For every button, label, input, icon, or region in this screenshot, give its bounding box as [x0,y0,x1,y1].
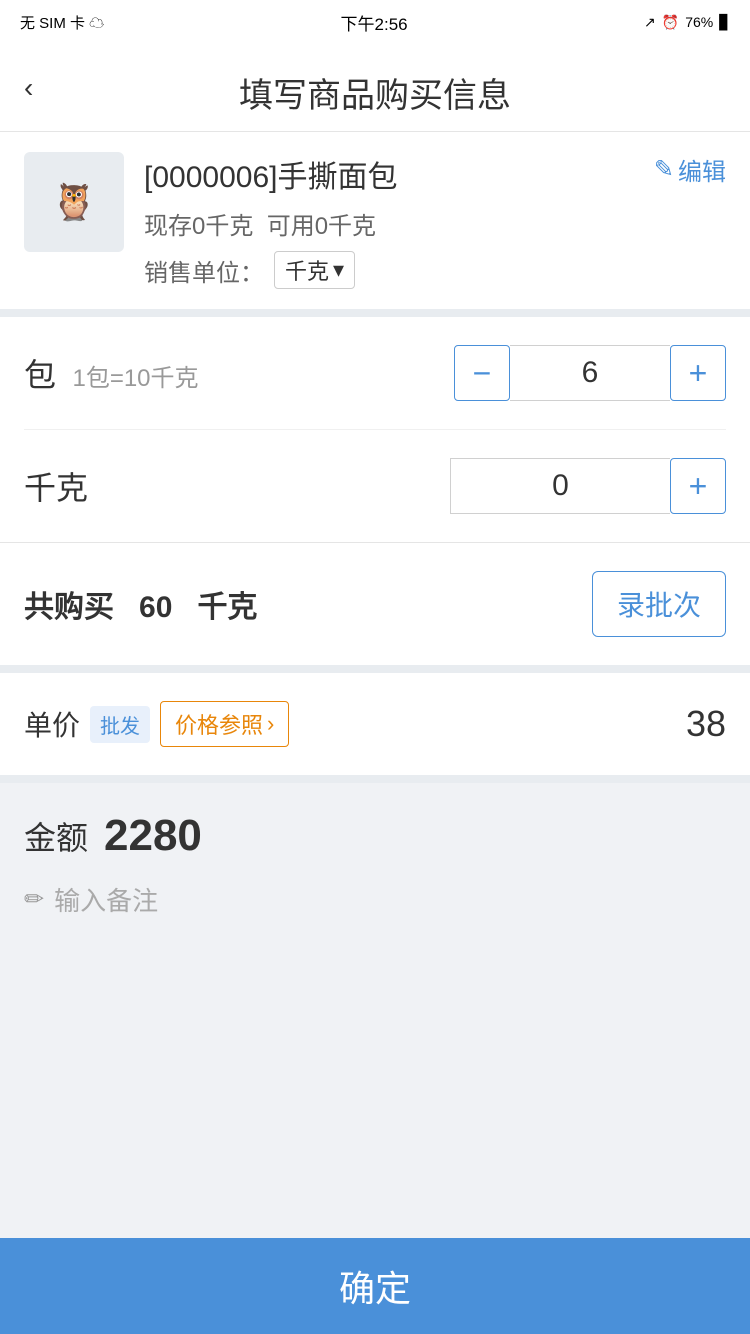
total-text: 共购买 60 千克 [24,582,257,626]
amount-section: 金额 2280 ✏ 输入备注 [0,783,750,946]
kilo-increment-button[interactable]: + [670,458,726,514]
page-title: 填写商品购买信息 [239,68,511,117]
kilo-controls: + [450,458,726,514]
package-row: 包 1包=10千克 − + [24,317,726,430]
kilo-input[interactable] [450,458,670,514]
back-button[interactable]: ‹ [24,72,33,104]
battery-icon: ▊ [719,14,730,31]
battery-text: 76% [685,14,713,30]
package-label-group: 包 1包=10千克 [24,350,199,396]
package-increment-button[interactable]: + [670,345,726,401]
status-bar: 无 SIM 卡 ☁ 下午2:56 ↗ ⏰ 76% ▊ [0,0,750,44]
amount-row: 金额 2280 [24,811,726,861]
product-unit-row: 销售单位： 千克 ▾ [144,251,726,289]
product-logo-icon: 🦉 [52,181,97,223]
package-input[interactable] [510,345,670,401]
location-icon: ↗ [644,14,656,31]
price-badge: 批发 [90,706,150,743]
kilo-label: 千克 [24,463,88,509]
package-decrement-button[interactable]: − [454,345,510,401]
price-value: 38 [686,703,726,745]
alarm-icon: ⏰ [662,14,679,31]
product-info: [0000006]手撕面包 现存0千克 可用0千克 销售单位： 千克 ▾ [144,152,726,289]
price-label-group: 单价 批发 价格参照 › [24,701,289,747]
status-right: ↗ ⏰ 76% ▊ [644,14,730,31]
price-label: 单价 [24,704,80,744]
spacer [0,946,750,1246]
record-batch-button[interactable]: 录批次 [592,571,726,637]
product-card: 🦉 [0000006]手撕面包 现存0千克 可用0千克 销售单位： 千克 ▾ ✎… [0,132,750,317]
price-row: 单价 批发 价格参照 › 38 [24,701,726,775]
pencil-icon: ✏ [24,885,44,914]
price-reference-button[interactable]: 价格参照 › [160,701,289,747]
quantity-section: 包 1包=10千克 − + 千克 + [0,317,750,543]
edit-button[interactable]: ✎ 编辑 [654,152,726,187]
signal-text: 无 SIM 卡 ☁ [20,12,104,33]
product-title: [0000006]手撕面包 [144,152,726,196]
unit-selector[interactable]: 千克 ▾ [274,251,355,289]
status-left: 无 SIM 卡 ☁ [20,12,104,33]
price-section: 单价 批发 价格参照 › 38 [0,673,750,783]
package-hint: 1包=10千克 [72,365,198,392]
total-section: 共购买 60 千克 录批次 [0,543,750,673]
chevron-right-icon: › [267,711,274,737]
note-row[interactable]: ✏ 输入备注 [24,881,726,918]
kilo-row: 千克 + [24,430,726,542]
nav-bar: ‹ 填写商品购买信息 [0,44,750,132]
edit-icon: ✎ [654,155,674,184]
chevron-down-icon: ▾ [333,257,344,283]
total-amount: 60 [139,591,172,624]
confirm-button[interactable]: 确定 [0,1238,750,1334]
status-time: 下午2:56 [341,10,408,35]
product-image: 🦉 [24,152,124,252]
package-controls: − + [454,345,726,401]
note-placeholder: 输入备注 [54,881,158,918]
amount-label: 金额 [24,813,88,859]
package-label: 包 [24,357,56,393]
amount-value: 2280 [104,811,202,861]
product-stock: 现存0千克 可用0千克 [144,206,726,241]
